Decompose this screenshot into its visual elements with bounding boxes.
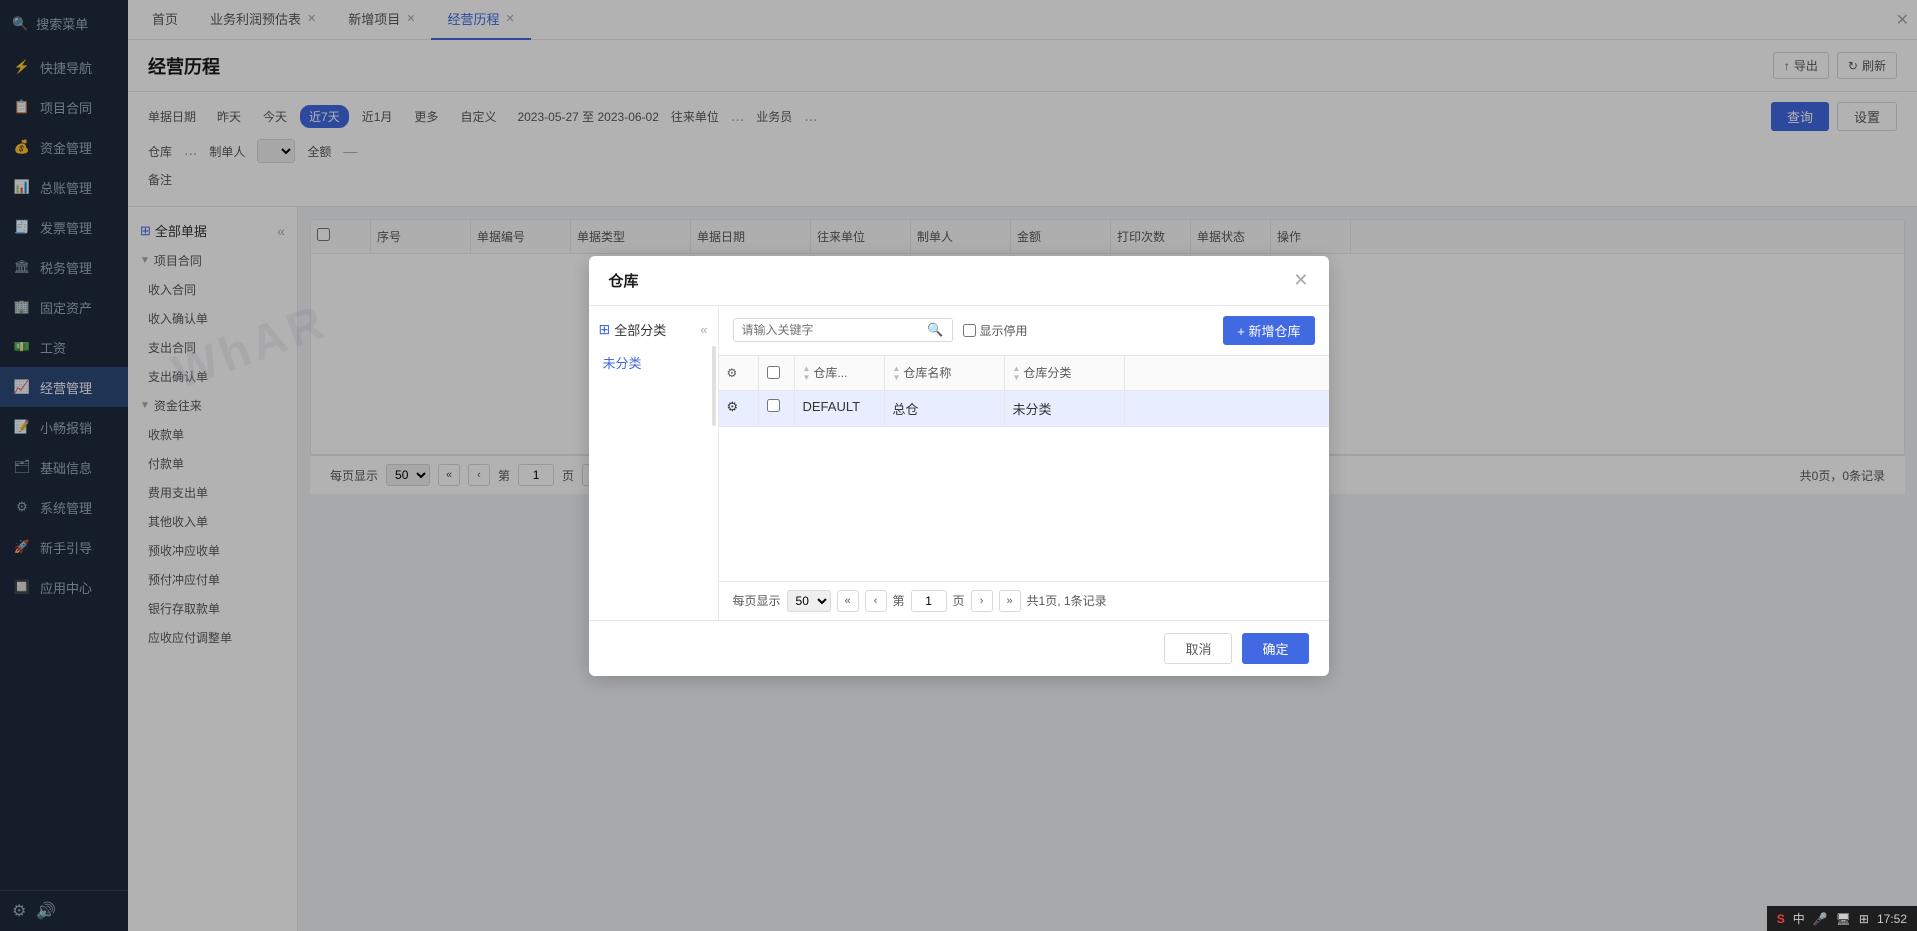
modal-first-page[interactable]: «	[837, 590, 859, 612]
modal-total-label: 共1页, 1条记录	[1027, 592, 1107, 609]
modal-category-item-unclassified[interactable]: 未分类	[589, 345, 718, 380]
modal-pagination: 每页显示 50 « ‹ 第 页 › » 共1页, 1条记录	[719, 581, 1329, 620]
cancel-button[interactable]: 取消	[1164, 633, 1232, 664]
modal-right-panel: 🔍 显示停用 + 新增仓库 ⚙	[719, 306, 1329, 620]
scroll-indicator	[712, 346, 716, 426]
warehouse-modal: 仓库 ✕ ⊞ 全部分类 « 未分类	[589, 256, 1329, 676]
search-icon: 🔍	[927, 322, 943, 338]
modal-col-category-label: 仓库分类	[1023, 364, 1071, 381]
modal-body: ⊞ 全部分类 « 未分类 🔍	[589, 306, 1329, 620]
row-category: 未分类	[1005, 391, 1125, 426]
modal-select-all[interactable]	[767, 366, 780, 379]
modal-th-category[interactable]: ▲▼ 仓库分类	[1005, 356, 1125, 390]
modal-left-panel: ⊞ 全部分类 « 未分类	[589, 306, 719, 620]
modal-table-header: ⚙ ▲▼ 仓库... ▲▼ 仓库名称	[719, 356, 1329, 391]
tray-separator: 中	[1793, 910, 1805, 927]
add-warehouse-button[interactable]: + 新增仓库	[1223, 316, 1314, 345]
modal-th-gear: ⚙	[719, 356, 759, 390]
modal-th-checkbox	[759, 356, 795, 390]
modal-footer: 取消 确定	[589, 620, 1329, 676]
modal-per-page-label: 每页显示	[733, 592, 781, 609]
show-disabled-label: 显示停用	[963, 322, 1028, 339]
modal-next-page[interactable]: ›	[971, 590, 993, 612]
modal-last-page[interactable]: »	[999, 590, 1021, 612]
confirm-button[interactable]: 确定	[1242, 633, 1308, 664]
modal-table: ⚙ ▲▼ 仓库... ▲▼ 仓库名称	[719, 356, 1329, 581]
unclassified-label: 未分类	[603, 356, 642, 371]
modal-prev-page[interactable]: ‹	[865, 590, 887, 612]
row-code: DEFAULT	[795, 391, 885, 426]
modal-page-suffix: 页	[953, 592, 965, 609]
modal-grid-icon: ⊞	[599, 321, 611, 338]
row-name: 总仓	[885, 391, 1005, 426]
modal-page-label: 第	[893, 592, 905, 609]
tray-icon-filter: ⊞	[1859, 912, 1869, 926]
modal-collapse-icon[interactable]: «	[700, 322, 707, 337]
table-row[interactable]: ⚙ DEFAULT 总仓 未分类	[719, 391, 1329, 427]
show-disabled-checkbox[interactable]	[963, 324, 976, 337]
modal-col-code-label: 仓库...	[813, 364, 847, 381]
system-time: 17:52	[1877, 912, 1907, 926]
row-checkbox[interactable]	[767, 399, 780, 412]
row-checkbox-cell	[759, 391, 795, 426]
modal-left-header: ⊞ 全部分类 «	[589, 314, 718, 345]
modal-per-page-select[interactable]: 50	[787, 590, 831, 612]
system-tray: S 中 🎤 🖥 ⊞ 17:52	[1767, 906, 1917, 931]
search-box: 🔍	[733, 318, 953, 342]
modal-th-name[interactable]: ▲▼ 仓库名称	[885, 356, 1005, 390]
gear-icon: ⚙	[727, 366, 738, 380]
modal-title: 仓库	[609, 270, 639, 291]
row-gear-icon: ⚙	[727, 399, 739, 414]
tray-icon-s: S	[1777, 912, 1785, 926]
modal-header: 仓库 ✕	[589, 256, 1329, 306]
show-disabled-text: 显示停用	[980, 322, 1028, 339]
modal-close-button[interactable]: ✕	[1293, 271, 1308, 289]
row-gear: ⚙	[719, 391, 759, 426]
warehouse-search-input[interactable]	[742, 323, 924, 337]
modal-col-name-label: 仓库名称	[903, 364, 951, 381]
tray-icon-monitor: 🖥	[1836, 912, 1851, 926]
modal-left-title: 全部分类	[614, 320, 666, 339]
modal-overlay: 仓库 ✕ ⊞ 全部分类 « 未分类	[0, 0, 1917, 931]
modal-page-input[interactable]	[911, 590, 947, 612]
modal-toolbar: 🔍 显示停用 + 新增仓库	[719, 306, 1329, 356]
modal-th-code[interactable]: ▲▼ 仓库...	[795, 356, 885, 390]
tray-icon-mic: 🎤	[1813, 912, 1828, 926]
